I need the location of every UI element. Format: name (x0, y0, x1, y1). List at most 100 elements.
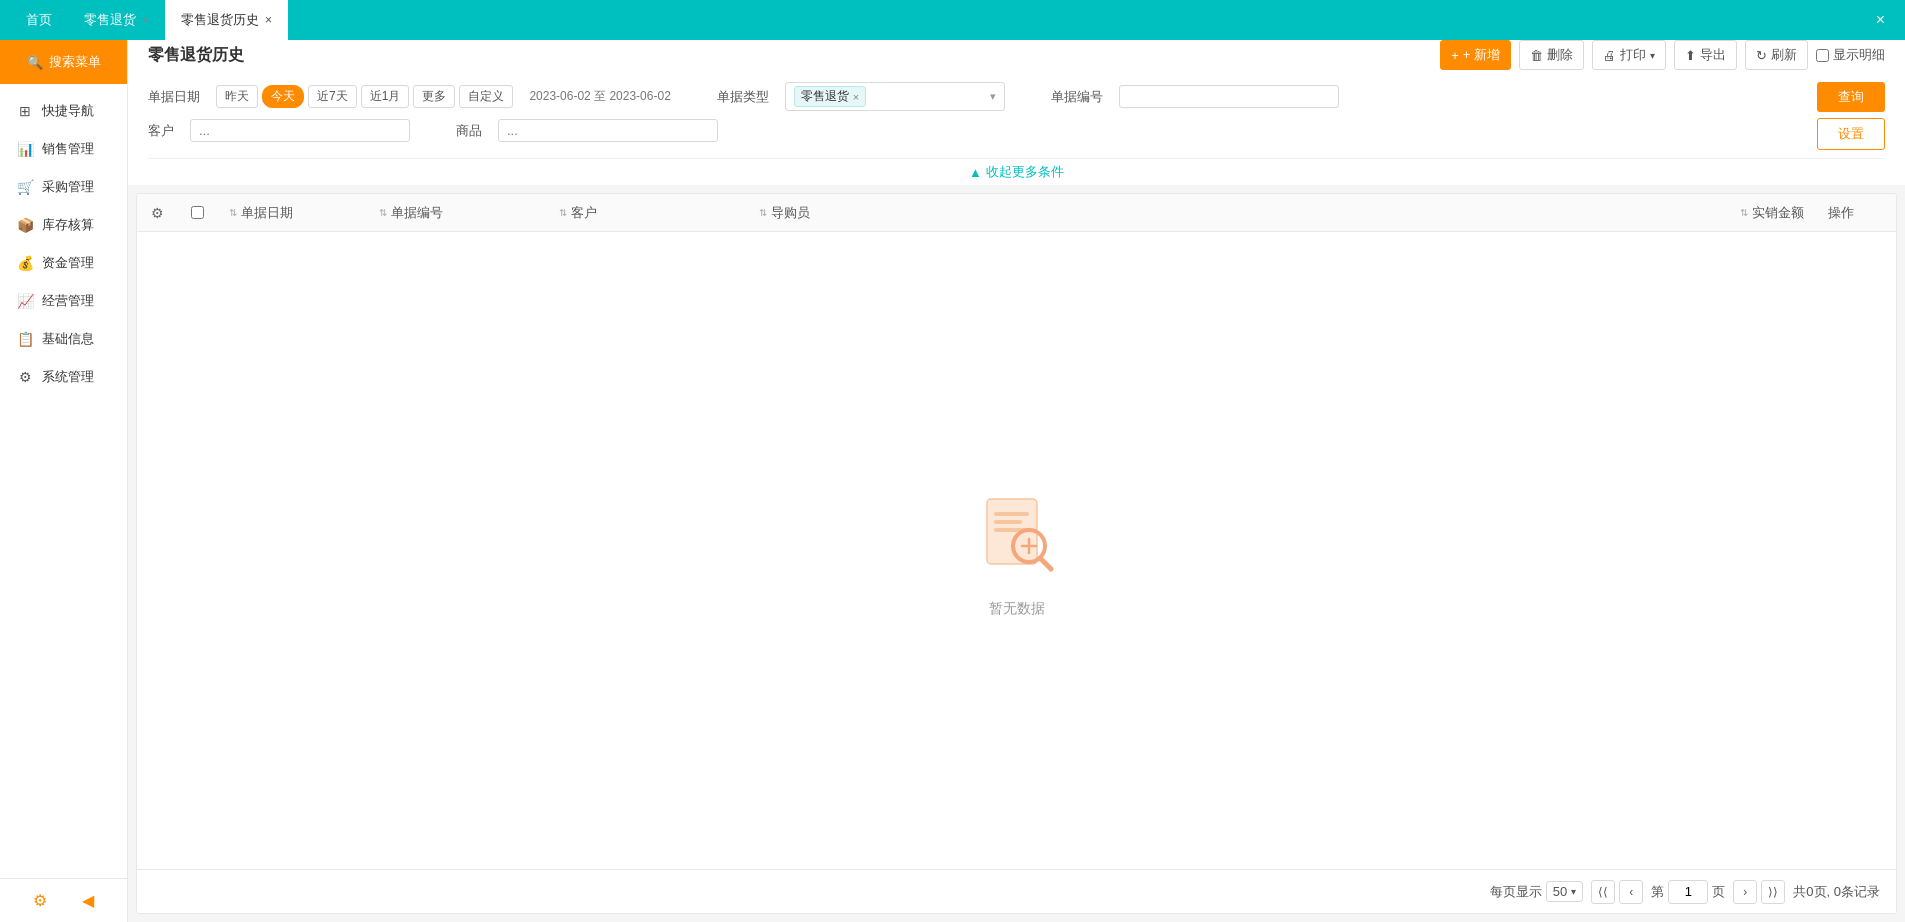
th-settings: ⚙ (137, 205, 177, 221)
page-input-group: 第 页 (1651, 880, 1725, 904)
export-icon: ⬆ (1685, 48, 1696, 63)
sidebar-item-purchase[interactable]: 🛒 采购管理 (0, 168, 127, 206)
sidebar-search[interactable]: 🔍 搜索菜单 (0, 40, 127, 84)
custom-btn[interactable]: 自定义 (459, 85, 513, 108)
num-input-wrap (1119, 85, 1339, 108)
th-customer: ⇅ 客户 (547, 204, 747, 222)
empty-text: 暂无数据 (989, 600, 1045, 618)
num-input[interactable] (1128, 89, 1330, 104)
print-icon: 🖨 (1603, 48, 1616, 63)
tab-list: 首页 零售退货 × 零售退货历史 × (10, 0, 1866, 40)
top-bar: 首页 零售退货 × 零售退货历史 × × (0, 0, 1905, 40)
delete-button[interactable]: 🗑 删除 (1519, 40, 1584, 70)
collapse-button[interactable]: ▲ 收起更多条件 (148, 158, 1885, 185)
type-tag-close[interactable]: × (853, 91, 859, 103)
type-select[interactable]: 零售退货 × ▾ (785, 82, 1005, 111)
refresh-icon: ↻ (1756, 48, 1767, 63)
type-label: 单据类型 (717, 88, 769, 106)
tab-retail-return-history[interactable]: 零售退货历史 × (165, 0, 288, 40)
sidebar-item-basicinfo[interactable]: 📋 基础信息 (0, 320, 127, 358)
print-button[interactable]: 🖨 打印 ▾ (1592, 40, 1666, 70)
th-date: ⇅ 单据日期 (217, 204, 367, 222)
customer-label: 客户 (148, 122, 174, 140)
svg-rect-2 (994, 520, 1022, 524)
purchase-icon: 🛒 (16, 178, 34, 196)
week-btn[interactable]: 近7天 (308, 85, 357, 108)
date-label: 单据日期 (148, 88, 200, 106)
filter-row-2: 客户 商品 (148, 119, 1801, 142)
action-button-group: 查询 设置 (1801, 82, 1885, 150)
sort-amount-icon[interactable]: ⇅ (1740, 207, 1748, 218)
total-info: 共0页, 0条记录 (1793, 883, 1880, 901)
sidebar-item-inventory[interactable]: 📦 库存核算 (0, 206, 127, 244)
content-area: 零售退货历史 + + 新增 🗑 删除 🖨 打印 ▾ (128, 40, 1905, 922)
export-button[interactable]: ⬆ 导出 (1674, 40, 1737, 70)
page-number-input[interactable] (1668, 880, 1708, 904)
sidebar: 🔍 搜索菜单 ⊞ 快捷导航 📊 销售管理 🛒 采购管理 📦 库存核算 💰 (0, 40, 128, 922)
show-detail-checkbox[interactable] (1816, 49, 1829, 62)
show-detail-label[interactable]: 显示明细 (1816, 46, 1885, 64)
sort-date-icon[interactable]: ⇅ (229, 207, 237, 218)
type-select-arrow: ▾ (990, 90, 996, 103)
sidebar-item-system[interactable]: ⚙ 系统管理 (0, 358, 127, 396)
customer-input[interactable] (199, 123, 401, 138)
table-container: ⚙ ⇅ 单据日期 ⇅ 单据编号 ⇅ 客户 ⇅ (136, 193, 1897, 914)
th-checkbox (177, 206, 217, 219)
th-guide: ⇅ 导购员 (747, 204, 1696, 222)
first-page-button[interactable]: ⟨⟨ (1591, 880, 1615, 904)
query-button[interactable]: 查询 (1817, 82, 1885, 112)
sort-customer-icon[interactable]: ⇅ (559, 207, 567, 218)
empty-illustration (967, 484, 1067, 584)
sort-guide-icon[interactable]: ⇅ (759, 207, 767, 218)
tab-home[interactable]: 首页 (10, 0, 68, 40)
tab-retail-return[interactable]: 零售退货 × (68, 0, 165, 40)
date-filter-row: 单据日期 昨天 今天 近7天 近1月 更多 自定义 2023-06-02 至 2… (148, 82, 1801, 111)
filter-fields: 单据日期 昨天 今天 近7天 近1月 更多 自定义 2023-06-02 至 2… (148, 82, 1801, 150)
page-size-arrow: ▾ (1571, 886, 1576, 897)
month-btn[interactable]: 近1月 (361, 85, 410, 108)
last-page-button[interactable]: ⟩⟩ (1761, 880, 1785, 904)
svg-line-5 (1040, 558, 1051, 569)
svg-rect-1 (994, 512, 1029, 516)
sidebar-menu: ⊞ 快捷导航 📊 销售管理 🛒 采购管理 📦 库存核算 💰 资金管理 📈 (0, 84, 127, 878)
filter-section: 零售退货历史 + + 新增 🗑 删除 🖨 打印 ▾ (128, 40, 1905, 185)
finance-icon: 💰 (16, 254, 34, 272)
sidebar-item-quicknav[interactable]: ⊞ 快捷导航 (0, 92, 127, 130)
table-settings-icon[interactable]: ⚙ (151, 205, 164, 221)
date-range: 2023-06-02 至 2023-06-02 (529, 88, 670, 105)
table-header: ⚙ ⇅ 单据日期 ⇅ 单据编号 ⇅ 客户 ⇅ (137, 194, 1896, 232)
sidebar-item-finance[interactable]: 💰 资金管理 (0, 244, 127, 282)
page-title: 零售退货历史 (148, 45, 244, 66)
yesterday-btn[interactable]: 昨天 (216, 85, 258, 108)
today-btn[interactable]: 今天 (262, 85, 304, 108)
toolbar-buttons: + + 新增 🗑 删除 🖨 打印 ▾ ⬆ 导出 (1440, 40, 1885, 70)
more-btn[interactable]: 更多 (413, 85, 455, 108)
search-icon: 🔍 (27, 55, 43, 70)
empty-state: 暂无数据 (137, 232, 1896, 869)
goods-input[interactable] (507, 123, 709, 138)
customer-input-wrap (190, 119, 410, 142)
page-nav-buttons: ⟨⟨ ‹ (1591, 880, 1643, 904)
select-all-checkbox[interactable] (191, 206, 204, 219)
add-button[interactable]: + + 新增 (1440, 40, 1511, 70)
refresh-button[interactable]: ↻ 刷新 (1745, 40, 1808, 70)
th-amount: ⇅ 实销金额 (1696, 204, 1816, 222)
close-app-button[interactable]: × (1866, 11, 1895, 29)
prev-page-button[interactable]: ‹ (1619, 880, 1643, 904)
page-size-dropdown[interactable]: 50 ▾ (1546, 881, 1583, 902)
th-num: ⇅ 单据编号 (367, 204, 547, 222)
next-page-button[interactable]: › (1733, 880, 1757, 904)
settings-button[interactable]: 设置 (1817, 118, 1885, 150)
tab-close-retail-return-history[interactable]: × (265, 13, 272, 27)
sidebar-item-sales[interactable]: 📊 销售管理 (0, 130, 127, 168)
th-action: 操作 (1816, 204, 1896, 222)
collapse-sidebar-icon[interactable]: ◀ (82, 891, 94, 910)
sort-num-icon[interactable]: ⇅ (379, 207, 387, 218)
sidebar-item-operations[interactable]: 📈 经营管理 (0, 282, 127, 320)
goods-input-wrap (498, 119, 718, 142)
collapse-icon: ▲ (969, 165, 982, 180)
basicinfo-icon: 📋 (16, 330, 34, 348)
settings-gear-icon[interactable]: ⚙ (33, 891, 47, 910)
tab-close-retail-return[interactable]: × (142, 13, 149, 27)
page-size-select: 每页显示 50 ▾ (1490, 881, 1583, 902)
